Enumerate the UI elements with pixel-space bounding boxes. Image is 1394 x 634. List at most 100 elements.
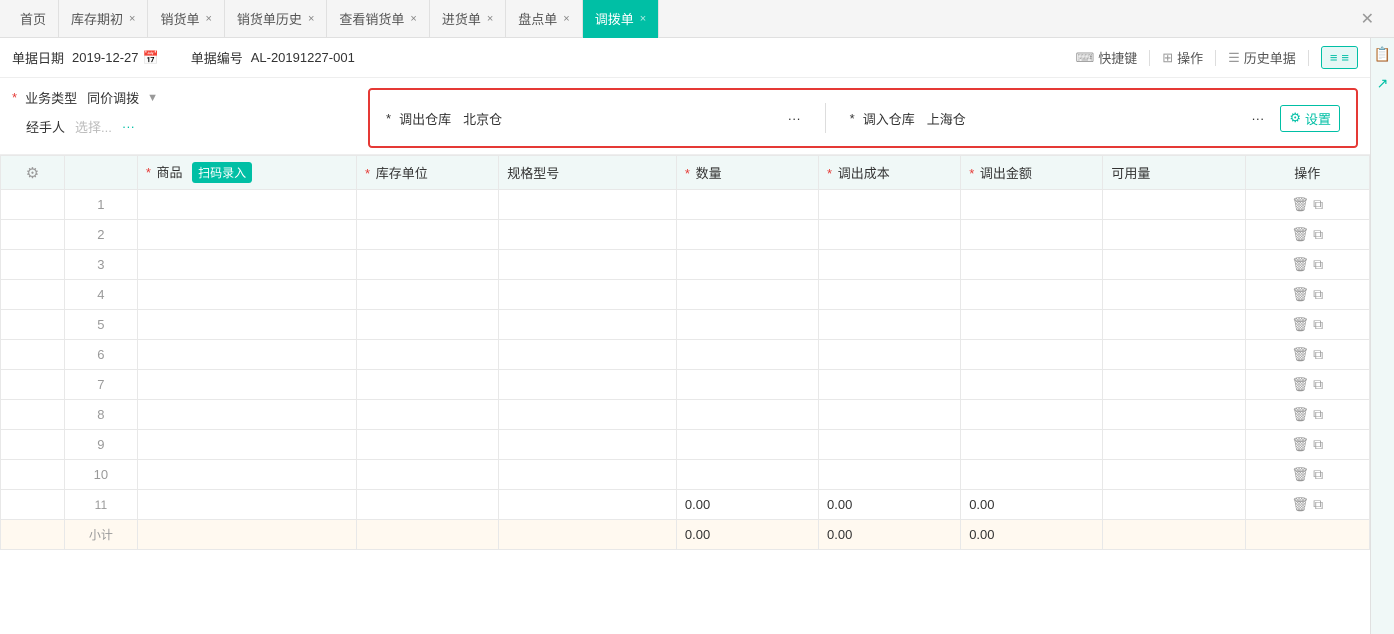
tab-inventory-init[interactable]: 库存期初 × [59,0,148,38]
tab-sales-history[interactable]: 销货单历史 × [225,0,327,38]
tab-stocktake[interactable]: 盘点单 × [506,0,582,38]
row-qty-cell[interactable] [676,460,818,490]
table-settings-gear-icon[interactable]: ⚙ [26,165,39,182]
copy-icon[interactable]: ⧉ [1313,256,1323,273]
row-product-cell[interactable] [137,460,356,490]
copy-icon[interactable]: ⧉ [1313,406,1323,423]
row-qty-cell[interactable] [676,340,818,370]
row-amount-cell[interactable] [961,220,1103,250]
copy-icon[interactable]: ⧉ [1313,226,1323,243]
row-spec-cell[interactable] [499,250,677,280]
row-product-cell[interactable] [137,430,356,460]
window-close-button[interactable]: ✕ [1349,9,1386,29]
delete-icon[interactable]: 🗑 [1291,406,1309,423]
setting-button[interactable]: ≡ ≡ [1321,46,1358,69]
row-spec-cell[interactable] [499,190,677,220]
tab-sales-order-close[interactable]: × [205,13,211,25]
delete-icon[interactable]: 🗑 [1291,196,1309,213]
row-amount-cell[interactable] [961,370,1103,400]
warehouse-setting-button[interactable]: ⚙ 设置 [1280,105,1340,132]
history-button[interactable]: ☰ 历史单据 [1228,48,1296,67]
tab-view-sales-close[interactable]: × [410,13,416,25]
row-product-cell[interactable] [137,370,356,400]
delete-icon[interactable]: 🗑 [1291,226,1309,243]
row-product-cell[interactable] [137,220,356,250]
row-cost-cell[interactable] [819,250,961,280]
row-amount-cell[interactable] [961,460,1103,490]
row-amount-cell[interactable] [961,310,1103,340]
handler-more[interactable]: ··· [122,119,135,134]
calendar-icon[interactable]: 📅 [143,50,159,66]
copy-icon[interactable]: ⧉ [1313,316,1323,333]
row-unit-cell[interactable] [357,340,499,370]
row-amount-cell[interactable] [961,400,1103,430]
row-spec-cell[interactable] [499,460,677,490]
row-qty-cell[interactable] [676,400,818,430]
row-unit-cell[interactable] [357,400,499,430]
row-qty-cell[interactable] [676,370,818,400]
tab-purchase[interactable]: 进货单 × [430,0,506,38]
copy-icon[interactable]: ⧉ [1313,196,1323,213]
row-qty-cell[interactable] [676,250,818,280]
delete-icon[interactable]: 🗑 [1291,436,1309,453]
row-product-cell[interactable] [137,400,356,430]
row-cost-cell[interactable] [819,220,961,250]
shortcuts-button[interactable]: ⌨ 快捷键 [1075,48,1137,67]
business-type-dropdown[interactable]: ▼ [147,92,158,104]
row-unit-cell[interactable] [357,370,499,400]
delete-icon[interactable]: 🗑 [1291,256,1309,273]
tab-transfer-close[interactable]: × [640,13,646,25]
sidebar-export-icon[interactable]: ↗ [1377,75,1389,92]
delete-icon[interactable]: 🗑 [1291,316,1309,333]
tab-view-sales[interactable]: 查看销货单 × [327,0,429,38]
tab-home[interactable]: 首页 [8,0,59,38]
row-spec-cell[interactable] [499,400,677,430]
delete-icon[interactable]: 🗑 [1291,376,1309,393]
scan-button[interactable]: 扫码录入 [192,162,252,183]
row-spec-cell[interactable] [499,340,677,370]
row-unit-cell[interactable] [357,430,499,460]
copy-icon[interactable]: ⧉ [1313,376,1323,393]
delete-icon[interactable]: 🗑 [1291,466,1309,483]
row-product-cell[interactable] [137,310,356,340]
tab-sales-order[interactable]: 销货单 × [148,0,224,38]
row-spec-cell[interactable] [499,280,677,310]
row-unit-cell[interactable] [357,220,499,250]
row-unit-cell[interactable] [357,310,499,340]
row-spec-cell[interactable] [499,370,677,400]
row-cost-cell[interactable] [819,340,961,370]
transfer-out-more[interactable]: ··· [788,111,801,126]
col-header-settings[interactable]: ⚙ [1,156,65,190]
row-amount-cell[interactable] [961,340,1103,370]
copy-icon[interactable]: ⧉ [1313,286,1323,303]
row-cost-cell[interactable] [819,280,961,310]
handler-placeholder[interactable]: 选择... [75,117,112,136]
row-qty-cell[interactable] [676,430,818,460]
row-product-cell[interactable] [137,190,356,220]
copy-icon[interactable]: ⧉ [1313,436,1323,453]
delete-icon[interactable]: 🗑 [1291,286,1309,303]
row-cost-cell[interactable] [819,430,961,460]
row-unit-cell[interactable] [357,460,499,490]
copy-icon[interactable]: ⧉ [1313,496,1323,513]
copy-icon[interactable]: ⧉ [1313,346,1323,363]
row-spec-cell[interactable] [499,310,677,340]
operations-button[interactable]: ⊞ 操作 [1162,48,1203,67]
copy-icon[interactable]: ⧉ [1313,466,1323,483]
row-cost-cell[interactable] [819,400,961,430]
row-product-cell[interactable] [137,250,356,280]
transfer-in-more[interactable]: ··· [1251,111,1264,126]
row-qty-cell[interactable] [676,190,818,220]
row-unit-cell[interactable] [357,190,499,220]
tab-purchase-close[interactable]: × [487,13,493,25]
row-product-cell[interactable] [137,340,356,370]
row-cost-cell[interactable] [819,310,961,340]
row-amount-cell[interactable] [961,280,1103,310]
row-unit-cell[interactable] [357,250,499,280]
row-product-cell[interactable] [137,280,356,310]
row-qty-cell[interactable] [676,310,818,340]
row-unit-cell[interactable] [357,280,499,310]
row-cost-cell[interactable] [819,370,961,400]
row-cost-cell[interactable] [819,460,961,490]
tab-sales-history-close[interactable]: × [308,13,314,25]
